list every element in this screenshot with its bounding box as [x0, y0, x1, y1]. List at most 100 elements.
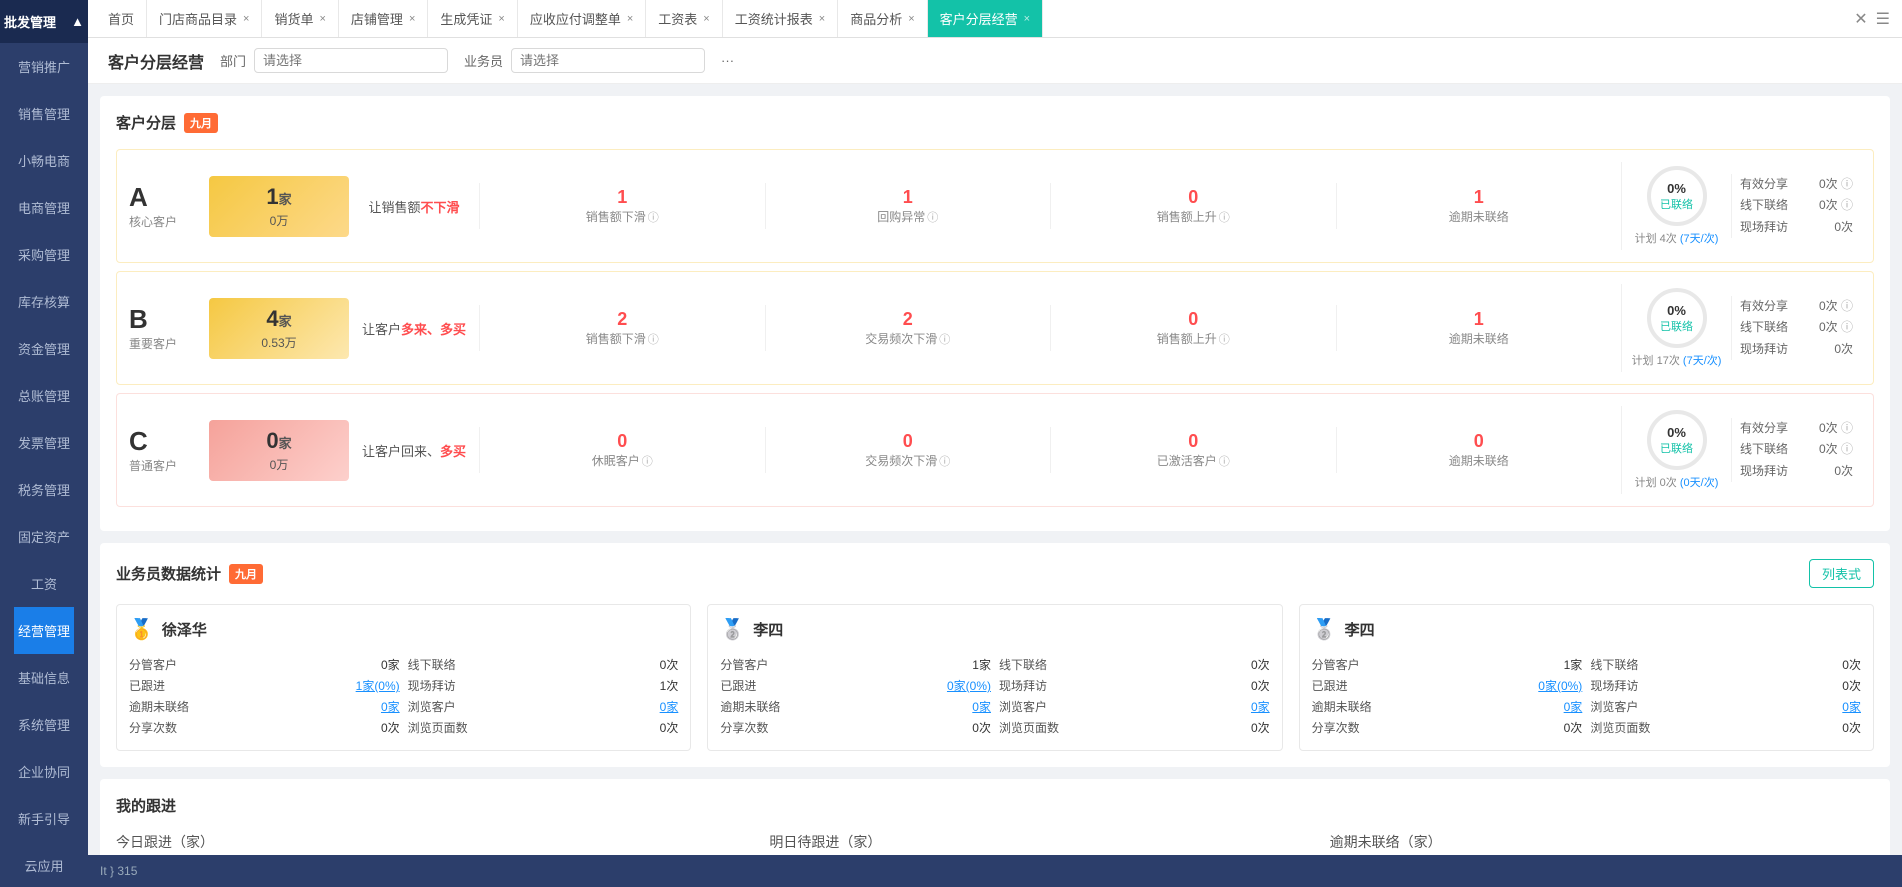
sidebar-item-2[interactable]: 小畅电商 [14, 137, 74, 184]
tab-close-9[interactable]: × [1024, 13, 1030, 25]
sidebar-item-5[interactable]: 库存核算 [14, 278, 74, 325]
tier-stat-A-0[interactable]: 1销售额下滑ⓘ [479, 183, 765, 229]
staff-stats-left-0: 分管客户0家已跟进1家(0%)逾期未联络0家分享次数0次 [129, 654, 400, 738]
tier-count-C[interactable]: 0家0万 [209, 420, 349, 481]
sidebar-item-12[interactable]: 经营管理 [14, 607, 74, 654]
tier-stat-C-0[interactable]: 0休眠客户ⓘ [479, 427, 765, 473]
tab-close-1[interactable]: × [243, 13, 249, 25]
right-stat-info[interactable]: ⓘ [1841, 177, 1853, 191]
staff-val-right-2-2[interactable]: 0家 [1842, 698, 1861, 715]
tab-item-4[interactable]: 生成凭证× [428, 0, 517, 38]
sidebar-item-14[interactable]: 系统管理 [14, 701, 74, 748]
tab-item-8[interactable]: 商品分析× [838, 0, 927, 38]
sidebar-item-16[interactable]: 新手引导 [14, 795, 74, 842]
tier-stat-A-3[interactable]: 1逾期未联络 [1336, 183, 1622, 229]
right-stat-info[interactable]: ⓘ [1841, 299, 1853, 313]
tier-stat-C-1[interactable]: 0交易频次下滑ⓘ [765, 427, 1051, 473]
sidebar-item-13[interactable]: 基础信息 [14, 654, 74, 701]
tab-close-4[interactable]: × [498, 13, 504, 25]
sidebar-expand-icon[interactable]: ▲ [71, 14, 84, 29]
info-icon[interactable]: ⓘ [939, 453, 950, 469]
right-stat-info[interactable]: ⓘ [1841, 442, 1853, 456]
contact-circle-A[interactable]: 0% 已联络 计划 4次 (7天/次) [1621, 162, 1731, 250]
info-icon[interactable]: ⓘ [1219, 209, 1230, 225]
info-icon[interactable]: ⓘ [939, 331, 950, 347]
sidebar: 批发管理 ▲ 营销推广销售管理小畅电商电商管理采购管理库存核算资金管理总账管理发… [0, 0, 88, 887]
contact-freq-B[interactable]: (7天/次) [1683, 355, 1722, 367]
tab-item-1[interactable]: 门店商品目录× [147, 0, 262, 38]
staff-val-left-0-1[interactable]: 1家(0%) [356, 677, 400, 694]
info-icon[interactable]: ⓘ [642, 453, 653, 469]
staff-val-left-1-2[interactable]: 0家 [972, 698, 991, 715]
sidebar-item-11[interactable]: 工资 [14, 560, 74, 607]
tab-close-7[interactable]: × [819, 13, 825, 25]
tab-menu-icon[interactable]: ☰ [1876, 9, 1890, 29]
sidebar-item-3[interactable]: 电商管理 [14, 184, 74, 231]
tab-item-7[interactable]: 工资统计报表× [723, 0, 838, 38]
right-stat-info[interactable]: ⓘ [1841, 421, 1853, 435]
tab-item-5[interactable]: 应收应付调整单× [518, 0, 646, 38]
tab-close-3[interactable]: × [409, 13, 415, 25]
staff-val-left-1-1[interactable]: 0家(0%) [947, 677, 991, 694]
tier-stat-num-A-0: 1 [488, 187, 757, 208]
tier-stats-B: 2销售额下滑ⓘ2交易频次下滑ⓘ0销售额上升ⓘ1逾期未联络 [479, 305, 1621, 351]
tab-close-8[interactable]: × [908, 13, 914, 25]
dept-select[interactable] [254, 48, 448, 73]
tier-stat-A-2[interactable]: 0销售额上升ⓘ [1050, 183, 1336, 229]
staff-val-right-1-2[interactable]: 0家 [1251, 698, 1270, 715]
tier-stat-C-2[interactable]: 0已激活客户ⓘ [1050, 427, 1336, 473]
tab-close-2[interactable]: × [319, 13, 325, 25]
info-icon[interactable]: ⓘ [648, 331, 659, 347]
tab-bar: 首页门店商品目录×销货单×店铺管理×生成凭证×应收应付调整单×工资表×工资统计报… [88, 0, 1902, 38]
contact-freq-C[interactable]: (0天/次) [1680, 477, 1719, 489]
sidebar-header[interactable]: 批发管理 ▲ [0, 0, 88, 43]
sidebar-item-7[interactable]: 总账管理 [14, 372, 74, 419]
tier-stat-B-1[interactable]: 2交易频次下滑ⓘ [765, 305, 1051, 351]
right-stat-info[interactable]: ⓘ [1841, 198, 1853, 212]
staff-val-left-1-0: 1家 [972, 656, 991, 673]
tab-item-2[interactable]: 销货单× [262, 0, 338, 38]
contact-circle-B[interactable]: 0% 已联络 计划 17次 (7天/次) [1621, 284, 1731, 372]
tier-count-B[interactable]: 4家0.53万 [209, 298, 349, 359]
staff-val-left-2-1[interactable]: 0家(0%) [1538, 677, 1582, 694]
contact-freq-A[interactable]: (7天/次) [1680, 233, 1719, 245]
sidebar-item-10[interactable]: 固定资产 [14, 513, 74, 560]
sidebar-item-1[interactable]: 销售管理 [14, 90, 74, 137]
info-icon[interactable]: ⓘ [648, 209, 659, 225]
sidebar-item-15[interactable]: 企业协同 [14, 748, 74, 795]
sidebar-item-0[interactable]: 营销推广 [14, 43, 74, 90]
tab-close-6[interactable]: × [703, 13, 709, 25]
tier-stat-B-0[interactable]: 2销售额下滑ⓘ [479, 305, 765, 351]
staff-val-right-0-2[interactable]: 0家 [660, 698, 679, 715]
more-filter-icon[interactable]: ··· [721, 53, 734, 68]
tier-stat-C-3[interactable]: 0逾期未联络 [1336, 427, 1622, 473]
tab-item-9[interactable]: 客户分层经营× [928, 0, 1043, 38]
tier-stat-num-A-1: 1 [774, 187, 1043, 208]
tier-stat-label-C-0: 休眠客户ⓘ [488, 452, 757, 469]
tab-item-3[interactable]: 店铺管理× [339, 0, 428, 38]
tier-slogan-C: 让客户回来、多买 [349, 441, 479, 460]
sidebar-item-17[interactable]: 云应用 [14, 842, 74, 887]
tier-stat-B-2[interactable]: 0销售额上升ⓘ [1050, 305, 1336, 351]
sidebar-item-4[interactable]: 采购管理 [14, 231, 74, 278]
staff-val-left-2-2[interactable]: 0家 [1564, 698, 1583, 715]
tier-count-A[interactable]: 1家0万 [209, 176, 349, 237]
staff-select[interactable] [511, 48, 705, 73]
staff-val-left-0-2[interactable]: 0家 [381, 698, 400, 715]
sidebar-item-9[interactable]: 税务管理 [14, 466, 74, 513]
tab-close-5[interactable]: × [627, 13, 633, 25]
contact-circle-C[interactable]: 0% 已联络 计划 0次 (0天/次) [1621, 406, 1731, 494]
info-icon[interactable]: ⓘ [1219, 331, 1230, 347]
tier-stat-A-1[interactable]: 1回购异常ⓘ [765, 183, 1051, 229]
tab-close-all-icon[interactable]: ✕ [1854, 9, 1867, 29]
tab-item-0[interactable]: 首页 [96, 0, 147, 38]
tier-stat-B-3[interactable]: 1逾期未联络 [1336, 305, 1622, 351]
info-icon[interactable]: ⓘ [1219, 453, 1230, 469]
tab-item-6[interactable]: 工资表× [646, 0, 722, 38]
sidebar-item-6[interactable]: 资金管理 [14, 325, 74, 372]
info-icon[interactable]: ⓘ [927, 209, 938, 225]
sidebar-item-8[interactable]: 发票管理 [14, 419, 74, 466]
right-stat-info[interactable]: ⓘ [1841, 320, 1853, 334]
list-style-button[interactable]: 列表式 [1809, 559, 1874, 588]
staff-stat-left-0-0: 分管客户0家 [129, 654, 400, 675]
